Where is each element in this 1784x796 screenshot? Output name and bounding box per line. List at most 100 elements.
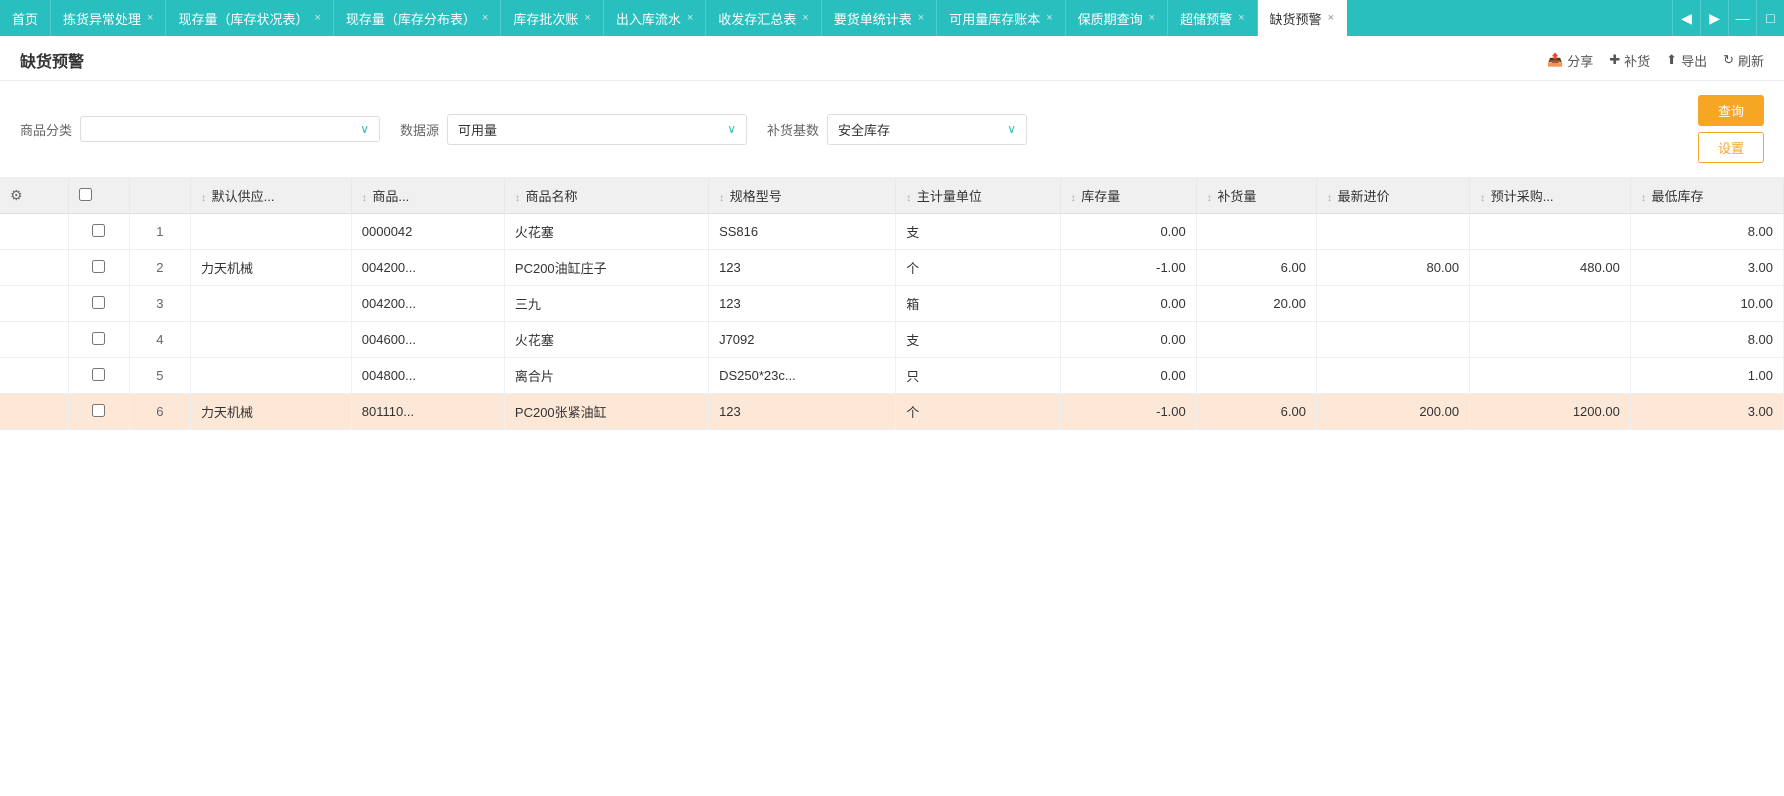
tab-close-stock-status[interactable]: × (314, 12, 320, 24)
col-purchase-header[interactable]: ↕ 预计采购... (1470, 178, 1631, 214)
tab-prev-btn[interactable]: ◀ (1672, 0, 1700, 36)
category-select[interactable]: ∨ (80, 116, 380, 142)
tab-close-available-ledger[interactable]: × (1046, 12, 1052, 24)
tab-inout-flow[interactable]: 出入库流水× (604, 0, 706, 36)
tab-close-shortage[interactable]: × (1328, 12, 1334, 24)
row-purchase-1: 480.00 (1470, 250, 1631, 286)
share-action[interactable]: 📤 分享 (1547, 51, 1593, 70)
row-supplier-1: 力天机械 (191, 250, 352, 286)
sort-price-icon: ↕ (1327, 193, 1332, 204)
row-price-0 (1316, 214, 1469, 250)
row-checkbox-4[interactable] (92, 368, 105, 381)
row-code-1: 004200... (351, 250, 504, 286)
row-checkbox-3[interactable] (92, 332, 105, 345)
tab-demand-stats[interactable]: 要货单统计表× (822, 0, 937, 36)
col-spec-header[interactable]: ↕ 规格型号 (709, 178, 896, 214)
row-settings-3 (0, 322, 68, 358)
row-restock-3 (1196, 322, 1316, 358)
col-restock-header[interactable]: ↕ 补货量 (1196, 178, 1316, 214)
col-price-header[interactable]: ↕ 最新进价 (1316, 178, 1469, 214)
tab-close-anomaly[interactable]: × (147, 12, 153, 24)
row-minstock-4: 1.00 (1630, 358, 1783, 394)
row-settings-1 (0, 250, 68, 286)
row-name-0: 火花塞 (504, 214, 708, 250)
settings-gear-icon[interactable]: ⚙ (10, 187, 23, 203)
tab-expiry[interactable]: 保质期查询× (1066, 0, 1168, 36)
sort-name-icon: ↕ (515, 193, 520, 204)
row-checkbox-0[interactable] (92, 224, 105, 237)
tab-close-receipt-summary[interactable]: × (802, 12, 808, 24)
row-minstock-1: 3.00 (1630, 250, 1783, 286)
row-supplier-5: 力天机械 (191, 394, 352, 430)
col-unit-header[interactable]: ↕ 主计量单位 (896, 178, 1060, 214)
row-name-1: PC200油缸庄子 (504, 250, 708, 286)
select-all-checkbox[interactable] (79, 188, 92, 201)
row-num-2: 3 (129, 286, 190, 322)
tab-available-ledger[interactable]: 可用量库存账本× (937, 0, 1065, 36)
restock-action[interactable]: ✚ 补货 (1609, 51, 1650, 70)
row-checkbox-cell-2 (68, 286, 129, 322)
row-checkbox-cell-0 (68, 214, 129, 250)
row-stock-5: -1.00 (1060, 394, 1196, 430)
tab-next-btn[interactable]: ▶ (1700, 0, 1728, 36)
row-unit-3: 支 (896, 322, 1060, 358)
tab-close-expiry[interactable]: × (1149, 12, 1155, 24)
row-unit-0: 支 (896, 214, 1060, 250)
tab-anomaly[interactable]: 拣货异常处理× (51, 0, 166, 36)
tab-stock-status[interactable]: 现存量（库存状况表）× (166, 0, 333, 36)
sort-supplier-icon: ↕ (201, 193, 206, 204)
tab-receipt-summary[interactable]: 收发存汇总表× (706, 0, 821, 36)
row-restock-4 (1196, 358, 1316, 394)
row-unit-4: 只 (896, 358, 1060, 394)
row-restock-2: 20.00 (1196, 286, 1316, 322)
row-spec-5: 123 (709, 394, 896, 430)
tab-maximize-btn[interactable]: □ (1756, 0, 1784, 36)
export-icon: ⬆ (1666, 52, 1677, 68)
row-settings-4 (0, 358, 68, 394)
col-code-header[interactable]: ↕ 商品... (351, 178, 504, 214)
row-name-3: 火花塞 (504, 322, 708, 358)
tab-home[interactable]: 首页 (0, 0, 51, 36)
tab-shortage[interactable]: 缺货预警× (1258, 0, 1347, 36)
row-num-4: 5 (129, 358, 190, 394)
row-stock-4: 0.00 (1060, 358, 1196, 394)
settings-button[interactable]: 设置 (1698, 132, 1764, 163)
data-table-container: ⚙ ↕ 默认供应... ↕ 商品... ↕ (0, 178, 1784, 430)
col-minstock-header[interactable]: ↕ 最低库存 (1630, 178, 1783, 214)
row-checkbox-2[interactable] (92, 296, 105, 309)
sort-minstock-icon: ↕ (1641, 193, 1646, 204)
restock-basis-select[interactable]: 安全库存 ∨ (827, 114, 1027, 145)
data-table: ⚙ ↕ 默认供应... ↕ 商品... ↕ (0, 178, 1784, 430)
export-action[interactable]: ⬆ 导出 (1666, 51, 1707, 70)
tab-close-overstock[interactable]: × (1238, 12, 1244, 24)
tab-close-batch[interactable]: × (584, 12, 590, 24)
tab-overstock[interactable]: 超储预警× (1168, 0, 1257, 36)
query-button[interactable]: 查询 (1698, 95, 1764, 126)
tab-bar: 首页拣货异常处理×现存量（库存状况表）×现存量（库存分布表）×库存批次账×出入库… (0, 0, 1784, 36)
tab-close-demand-stats[interactable]: × (918, 12, 924, 24)
col-name-header[interactable]: ↕ 商品名称 (504, 178, 708, 214)
row-supplier-4 (191, 358, 352, 394)
tab-close-inout-flow[interactable]: × (687, 12, 693, 24)
col-supplier-header[interactable]: ↕ 默认供应... (191, 178, 352, 214)
row-checkbox-cell-4 (68, 358, 129, 394)
header-actions: 📤 分享 ✚ 补货 ⬆ 导出 ↻ 刷新 (1547, 51, 1764, 70)
table-row: 1 0000042 火花塞 SS816 支 0.00 8.00 (0, 214, 1784, 250)
row-checkbox-1[interactable] (92, 260, 105, 273)
tab-minimize-btn[interactable]: — (1728, 0, 1756, 36)
row-purchase-3 (1470, 322, 1631, 358)
col-stock-header[interactable]: ↕ 库存量 (1060, 178, 1196, 214)
tab-batch[interactable]: 库存批次账× (501, 0, 603, 36)
row-purchase-0 (1470, 214, 1631, 250)
row-checkbox-5[interactable] (92, 404, 105, 417)
row-spec-0: SS816 (709, 214, 896, 250)
row-code-2: 004200... (351, 286, 504, 322)
refresh-action[interactable]: ↻ 刷新 (1723, 51, 1764, 70)
datasource-select[interactable]: 可用量 ∨ (447, 114, 747, 145)
row-stock-2: 0.00 (1060, 286, 1196, 322)
tab-stock-dist[interactable]: 现存量（库存分布表）× (334, 0, 501, 36)
tab-close-stock-dist[interactable]: × (482, 12, 488, 24)
row-supplier-2 (191, 286, 352, 322)
row-code-4: 004800... (351, 358, 504, 394)
row-name-5: PC200张紧油缸 (504, 394, 708, 430)
